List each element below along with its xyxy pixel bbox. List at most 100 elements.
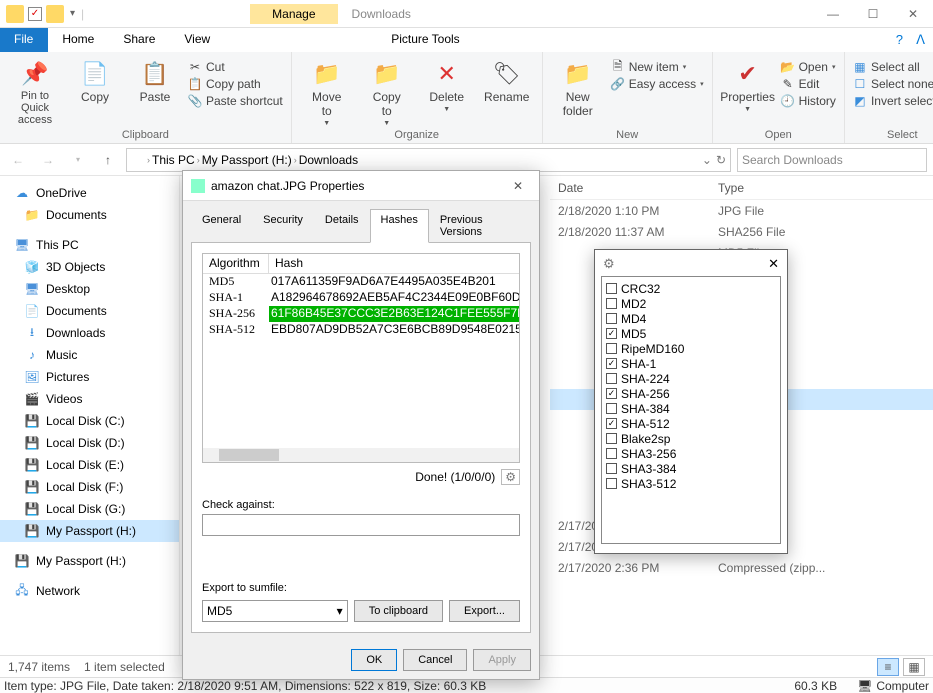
paste-button[interactable]: 📋Paste [128, 56, 182, 104]
file-row[interactable]: 2/18/2020 11:37 AMSHA256 File [550, 221, 933, 242]
select-none-button[interactable]: ☐Select none [853, 77, 933, 91]
hash-row[interactable]: SHA-25661F86B45E37CCC3E2B63E124C1FEE555F… [203, 306, 519, 322]
open-button[interactable]: 📂Open ▾ [781, 60, 836, 74]
help-icon[interactable]: ? [896, 32, 903, 47]
navigation-pane[interactable]: ☁OneDrive 📁Documents 🖥This PC 🧊3D Object… [0, 176, 180, 655]
new-item-button[interactable]: 🗎New item ▾ [611, 60, 704, 74]
gear-icon[interactable]: ⚙ [603, 256, 615, 272]
checkbox-icon[interactable] [606, 343, 617, 354]
sidebar-passport2[interactable]: 💾My Passport (H:) [0, 550, 179, 572]
hash-row[interactable]: SHA-1A182964678692AEB5AF4C2344E09E0BF60D… [203, 290, 519, 306]
sidebar-pictures[interactable]: 🖼Pictures [0, 366, 179, 388]
column-headers[interactable]: Date Type [550, 176, 933, 200]
folder-open-icon[interactable] [46, 5, 64, 23]
settings-gear-button[interactable]: ⚙ [501, 469, 520, 485]
export-button[interactable]: Export... [449, 600, 520, 622]
sidebar-onedrive[interactable]: ☁OneDrive [0, 182, 179, 204]
move-to-button[interactable]: 📁Move to▼ [300, 56, 354, 127]
tab-picture-tools[interactable]: Picture Tools [381, 28, 469, 52]
checkbox-icon[interactable]: ✓ [606, 388, 617, 399]
col-hash[interactable]: Hash [269, 254, 519, 273]
sidebar-downloads[interactable]: ⭳Downloads [0, 322, 179, 344]
hash-option[interactable]: Blake2sp [606, 431, 776, 446]
maximize-button[interactable]: ☐ [853, 0, 893, 28]
sidebar-videos[interactable]: 🎬Videos [0, 388, 179, 410]
tab-share[interactable]: Share [109, 28, 170, 52]
collapse-ribbon-icon[interactable]: ᐱ [916, 32, 925, 48]
hash-option[interactable]: ✓SHA-256 [606, 386, 776, 401]
delete-button[interactable]: ✕Delete▼ [420, 56, 474, 113]
new-folder-button[interactable]: 📁New folder [551, 56, 605, 118]
checkbox-icon[interactable] [606, 313, 617, 324]
hash-option[interactable]: ✓MD5 [606, 326, 776, 341]
minimize-button[interactable]: — [813, 0, 853, 28]
hash-option[interactable]: MD4 [606, 311, 776, 326]
up-button[interactable]: ↑ [96, 148, 120, 172]
crumb-downloads[interactable]: Downloads [299, 153, 358, 167]
apply-button[interactable]: Apply [473, 649, 531, 671]
icons-view-button[interactable]: ▦ [903, 658, 925, 676]
checkbox-icon[interactable]: ✓ [606, 358, 617, 369]
paste-shortcut-button[interactable]: 📎Paste shortcut [188, 94, 283, 108]
hash-option[interactable]: MD2 [606, 296, 776, 311]
checkbox-icon[interactable] [606, 433, 617, 444]
hash-option[interactable]: SHA3-512 [606, 476, 776, 491]
tab-general[interactable]: General [191, 209, 252, 243]
hash-option[interactable]: ✓SHA-512 [606, 416, 776, 431]
sidebar-locald[interactable]: 💾Local Disk (D:) [0, 432, 179, 454]
sidebar-music[interactable]: ♪Music [0, 344, 179, 366]
checkbox-icon[interactable] [606, 448, 617, 459]
crumb-thispc[interactable]: This PC [152, 153, 195, 167]
qat-check[interactable]: ✓ [28, 7, 42, 21]
manage-tab[interactable]: Manage [250, 4, 337, 24]
recent-dropdown[interactable]: ▾ [66, 148, 90, 172]
popup-close-button[interactable]: ✕ [768, 256, 779, 272]
checkbox-icon[interactable] [606, 403, 617, 414]
details-view-button[interactable]: ≡ [877, 658, 899, 676]
sidebar-desktop[interactable]: 🖥Desktop [0, 278, 179, 300]
tab-file[interactable]: File [0, 28, 48, 52]
algorithm-list[interactable]: CRC32MD2MD4✓MD5RipeMD160✓SHA-1SHA-224✓SH… [601, 276, 781, 544]
invert-selection-button[interactable]: ◩Invert selection [853, 94, 933, 108]
sidebar-localf[interactable]: 💾Local Disk (F:) [0, 476, 179, 498]
close-button[interactable]: ✕ [893, 0, 933, 28]
cut-button[interactable]: ✂Cut [188, 60, 283, 74]
sidebar-documents2[interactable]: 📄Documents [0, 300, 179, 322]
tab-hashes[interactable]: Hashes [370, 209, 429, 243]
hash-option[interactable]: ✓SHA-1 [606, 356, 776, 371]
edit-button[interactable]: ✎Edit [781, 77, 836, 91]
checkbox-icon[interactable] [606, 478, 617, 489]
hash-option[interactable]: RipeMD160 [606, 341, 776, 356]
file-row[interactable]: 2/18/2020 1:10 PMJPG File [550, 200, 933, 221]
sidebar-localg[interactable]: 💾Local Disk (G:) [0, 498, 179, 520]
forward-button[interactable]: → [36, 148, 60, 172]
copy-button[interactable]: 📄Copy [68, 56, 122, 104]
checkbox-icon[interactable] [606, 463, 617, 474]
pin-quick-access-button[interactable]: 📌Pin to Quick access [8, 56, 62, 126]
back-button[interactable]: ← [6, 148, 30, 172]
to-clipboard-button[interactable]: To clipboard [354, 600, 443, 622]
check-against-input[interactable] [202, 514, 520, 536]
search-input[interactable]: Search Downloads [737, 148, 927, 172]
ok-button[interactable]: OK [351, 649, 397, 671]
sidebar-network[interactable]: 🖧Network [0, 580, 179, 602]
checkbox-icon[interactable] [606, 298, 617, 309]
refresh-button[interactable]: ↻ [716, 153, 726, 167]
easy-access-button[interactable]: 🔗Easy access ▾ [611, 77, 704, 91]
hash-option[interactable]: SHA-384 [606, 401, 776, 416]
crumb-passport[interactable]: My Passport (H:) [202, 153, 292, 167]
hash-option[interactable]: SHA3-384 [606, 461, 776, 476]
history-button[interactable]: 🕘History [781, 94, 836, 108]
tab-view[interactable]: View [170, 28, 225, 52]
tab-details[interactable]: Details [314, 209, 370, 243]
checkbox-icon[interactable] [606, 373, 617, 384]
col-algorithm[interactable]: Algorithm [203, 254, 269, 273]
select-all-button[interactable]: ▦Select all [853, 60, 933, 74]
hash-row[interactable]: MD5017A611359F9AD6A7E4495A035E4B201 [203, 274, 519, 290]
hash-option[interactable]: SHA-224 [606, 371, 776, 386]
tab-previous-versions[interactable]: Previous Versions [429, 209, 531, 243]
sidebar-3dobjects[interactable]: 🧊3D Objects [0, 256, 179, 278]
checkbox-icon[interactable]: ✓ [606, 328, 617, 339]
tab-home[interactable]: Home [48, 28, 109, 52]
properties-button[interactable]: ✔Properties▼ [721, 56, 775, 113]
